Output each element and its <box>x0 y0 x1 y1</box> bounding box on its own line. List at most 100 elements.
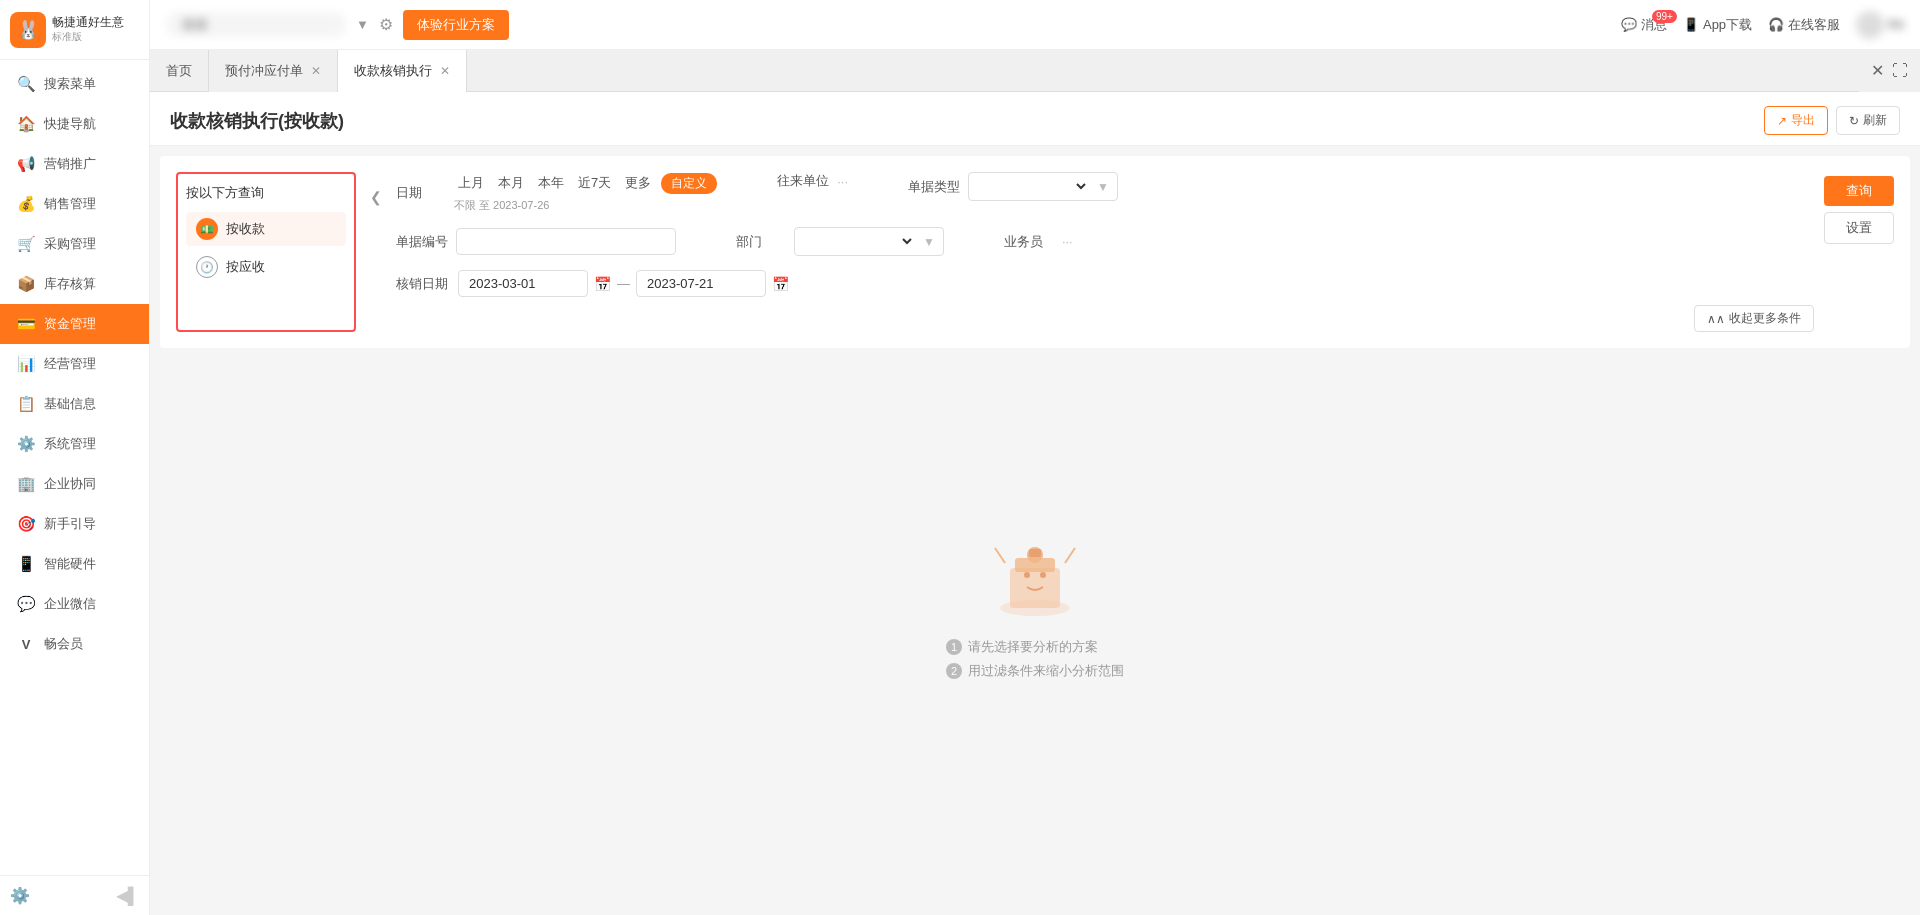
sidebar-item-inventory[interactable]: 📦 库存核算 <box>0 264 149 304</box>
service-icon: 🎧 <box>1768 17 1784 32</box>
voucher-no-label: 单据编号 <box>396 233 448 251</box>
filter-fields: 日期 上月 本月 本年 近7天 更多 自定义 不限 至 <box>396 172 1814 332</box>
message-button[interactable]: 💬 消息 99+ <box>1621 16 1667 34</box>
filter-option-by-receivable[interactable]: 🕐 按应收 <box>186 250 346 284</box>
refresh-button[interactable]: ↻ 刷新 <box>1836 106 1900 135</box>
content-main: 收款核销执行(按收款) ↗ 导出 ↻ 刷新 按以下方查询 <box>150 92 1920 915</box>
page-actions: ↗ 导出 ↻ 刷新 <box>1764 106 1900 135</box>
refresh-icon: ↻ <box>1849 114 1859 128</box>
sidebar-item-enterprise[interactable]: 🏢 企业协同 <box>0 464 149 504</box>
sidebar-item-system[interactable]: ⚙️ 系统管理 <box>0 424 149 464</box>
start-calendar-icon[interactable]: 📅 <box>594 276 611 292</box>
tab-close-collection[interactable]: ✕ <box>440 64 450 78</box>
sales-icon: 💰 <box>16 194 36 214</box>
tab-prepay[interactable]: 预付冲应付单 ✕ <box>209 50 338 92</box>
sidebar-item-search[interactable]: 🔍 搜索菜单 <box>0 64 149 104</box>
content-area: 收款核销执行(按收款) ↗ 导出 ↻ 刷新 按以下方查询 <box>150 92 1920 915</box>
more-dates-btn[interactable]: 更多 <box>621 172 655 194</box>
last-7days-btn[interactable]: 近7天 <box>574 172 615 194</box>
voucher-type-select[interactable] <box>969 173 1089 200</box>
empty-tips: 1 请先选择要分析的方案 2 用过滤条件来缩小分析范围 <box>946 638 1124 680</box>
sidebar-item-sales[interactable]: 💰 销售管理 <box>0 184 149 224</box>
end-calendar-icon[interactable]: 📅 <box>772 276 789 292</box>
app-download-button[interactable]: 📱 App下载 <box>1683 16 1752 34</box>
query-button[interactable]: 查询 <box>1824 176 1894 206</box>
settings-icon[interactable]: ⚙️ <box>10 886 30 905</box>
filter-row-1: 日期 上月 本月 本年 近7天 更多 自定义 不限 至 <box>396 172 1814 213</box>
username: Rit <box>1888 17 1904 32</box>
sidebar-item-fund[interactable]: 💳 资金管理 <box>0 304 149 344</box>
business-field: 业务员 ··· <box>1004 233 1073 251</box>
collapse-sidebar-icon[interactable]: ◀▌ <box>116 886 139 905</box>
sidebar-item-basic[interactable]: 📋 基础信息 <box>0 384 149 424</box>
last-month-btn[interactable]: 上月 <box>454 172 488 194</box>
logo-text: 畅捷通好生意 <box>52 15 124 31</box>
tabbar-actions: ✕ ⛶ <box>1859 50 1920 92</box>
verify-date-range: 📅 — 📅 <box>458 270 789 297</box>
filter-row-2: 单据编号 部门 ▼ <box>396 227 1814 256</box>
gear-icon[interactable]: ⚙ <box>379 15 393 34</box>
voucher-type-label: 单据类型 <box>908 178 960 196</box>
export-icon: ↗ <box>1777 114 1787 128</box>
sidebar-item-hardware[interactable]: 📱 智能硬件 <box>0 544 149 584</box>
verify-date-start-input[interactable] <box>458 270 588 297</box>
tab-expand-button[interactable]: ⛶ <box>1892 62 1908 80</box>
business-input[interactable]: ··· <box>1062 234 1073 249</box>
dropdown-icon[interactable]: ▼ <box>356 17 369 32</box>
search-input[interactable] <box>166 12 346 37</box>
collapse-up-icon: ∧∧ <box>1707 312 1725 326</box>
voucher-no-input[interactable] <box>456 228 676 255</box>
tab-close-all-button[interactable]: ✕ <box>1871 61 1884 80</box>
purchase-icon: 🛒 <box>16 234 36 254</box>
sidebar-item-marketing[interactable]: 📢 营销推广 <box>0 144 149 184</box>
voucher-type-arrow-icon: ▼ <box>1089 180 1117 194</box>
filter-option-by-receipt[interactable]: 💵 按收款 <box>186 212 346 246</box>
sidebar-item-purchase[interactable]: 🛒 采购管理 <box>0 224 149 264</box>
sidebar-item-guide[interactable]: 🎯 新手引导 <box>0 504 149 544</box>
collapse-more-btn[interactable]: ∧∧ 收起更多条件 <box>1694 305 1814 332</box>
this-month-btn[interactable]: 本月 <box>494 172 528 194</box>
logo-icon: 🐰 <box>10 12 46 48</box>
svg-point-5 <box>1024 572 1030 578</box>
sidebar-nav: 🔍 搜索菜单 🏠 快捷导航 📢 营销推广 💰 销售管理 🛒 采购管理 📦 库存核… <box>0 60 149 875</box>
dept-arrow-icon: ▼ <box>915 235 943 249</box>
empty-tip-2: 2 用过滤条件来缩小分析范围 <box>946 662 1124 680</box>
svg-point-6 <box>1040 572 1046 578</box>
counterpart-label: 往来单位 <box>777 172 829 190</box>
fund-icon: 💳 <box>16 314 36 334</box>
setting-button[interactable]: 设置 <box>1824 212 1894 244</box>
dept-select[interactable] <box>795 228 915 255</box>
collapse-filter-btn[interactable]: ❮ <box>366 172 386 222</box>
tab-close-prepay[interactable]: ✕ <box>311 64 321 78</box>
sidebar-item-operation[interactable]: 📊 经营管理 <box>0 344 149 384</box>
sidebar-item-wecom[interactable]: 💬 企业微信 <box>0 584 149 624</box>
guide-icon: 🎯 <box>16 514 36 534</box>
member-icon: V <box>16 634 36 654</box>
voucher-type-field: 单据类型 ▼ <box>908 172 1118 201</box>
topbar-right: 💬 消息 99+ 📱 App下载 🎧 在线客服 Rit <box>1621 11 1904 39</box>
svg-line-7 <box>995 548 1005 563</box>
online-service-button[interactable]: 🎧 在线客服 <box>1768 16 1840 34</box>
verify-date-end-input[interactable] <box>636 270 766 297</box>
tabbar: 首页 预付冲应付单 ✕ 收款核销执行 ✕ ✕ ⛶ <box>150 50 1920 92</box>
svg-line-8 <box>1065 548 1075 563</box>
counterpart-input[interactable]: ··· <box>837 174 848 189</box>
sidebar-item-shortcut[interactable]: 🏠 快捷导航 <box>0 104 149 144</box>
solution-button[interactable]: 体验行业方案 <box>403 10 509 40</box>
marketing-icon: 📢 <box>16 154 36 174</box>
export-button[interactable]: ↗ 导出 <box>1764 106 1828 135</box>
this-year-btn[interactable]: 本年 <box>534 172 568 194</box>
user-profile[interactable]: Rit <box>1856 11 1904 39</box>
filter-row-3: 核销日期 📅 — 📅 <box>396 270 1814 297</box>
sidebar-item-member[interactable]: V 畅会员 <box>0 624 149 664</box>
tab-collection[interactable]: 收款核销执行 ✕ <box>338 50 467 92</box>
query-buttons: 查询 设置 <box>1824 176 1894 244</box>
message-badge: 99+ <box>1652 10 1677 23</box>
app-label: App下载 <box>1703 16 1752 34</box>
app-icon: 📱 <box>1683 17 1699 32</box>
date-field: 日期 上月 本月 本年 近7天 更多 自定义 不限 至 <box>396 172 717 213</box>
custom-date-btn[interactable]: 自定义 <box>661 173 717 194</box>
tab-home[interactable]: 首页 <box>150 50 209 92</box>
quick-date-buttons: 上月 本月 本年 近7天 更多 自定义 <box>454 172 717 194</box>
filter-panel-title: 按以下方查询 <box>186 184 346 202</box>
